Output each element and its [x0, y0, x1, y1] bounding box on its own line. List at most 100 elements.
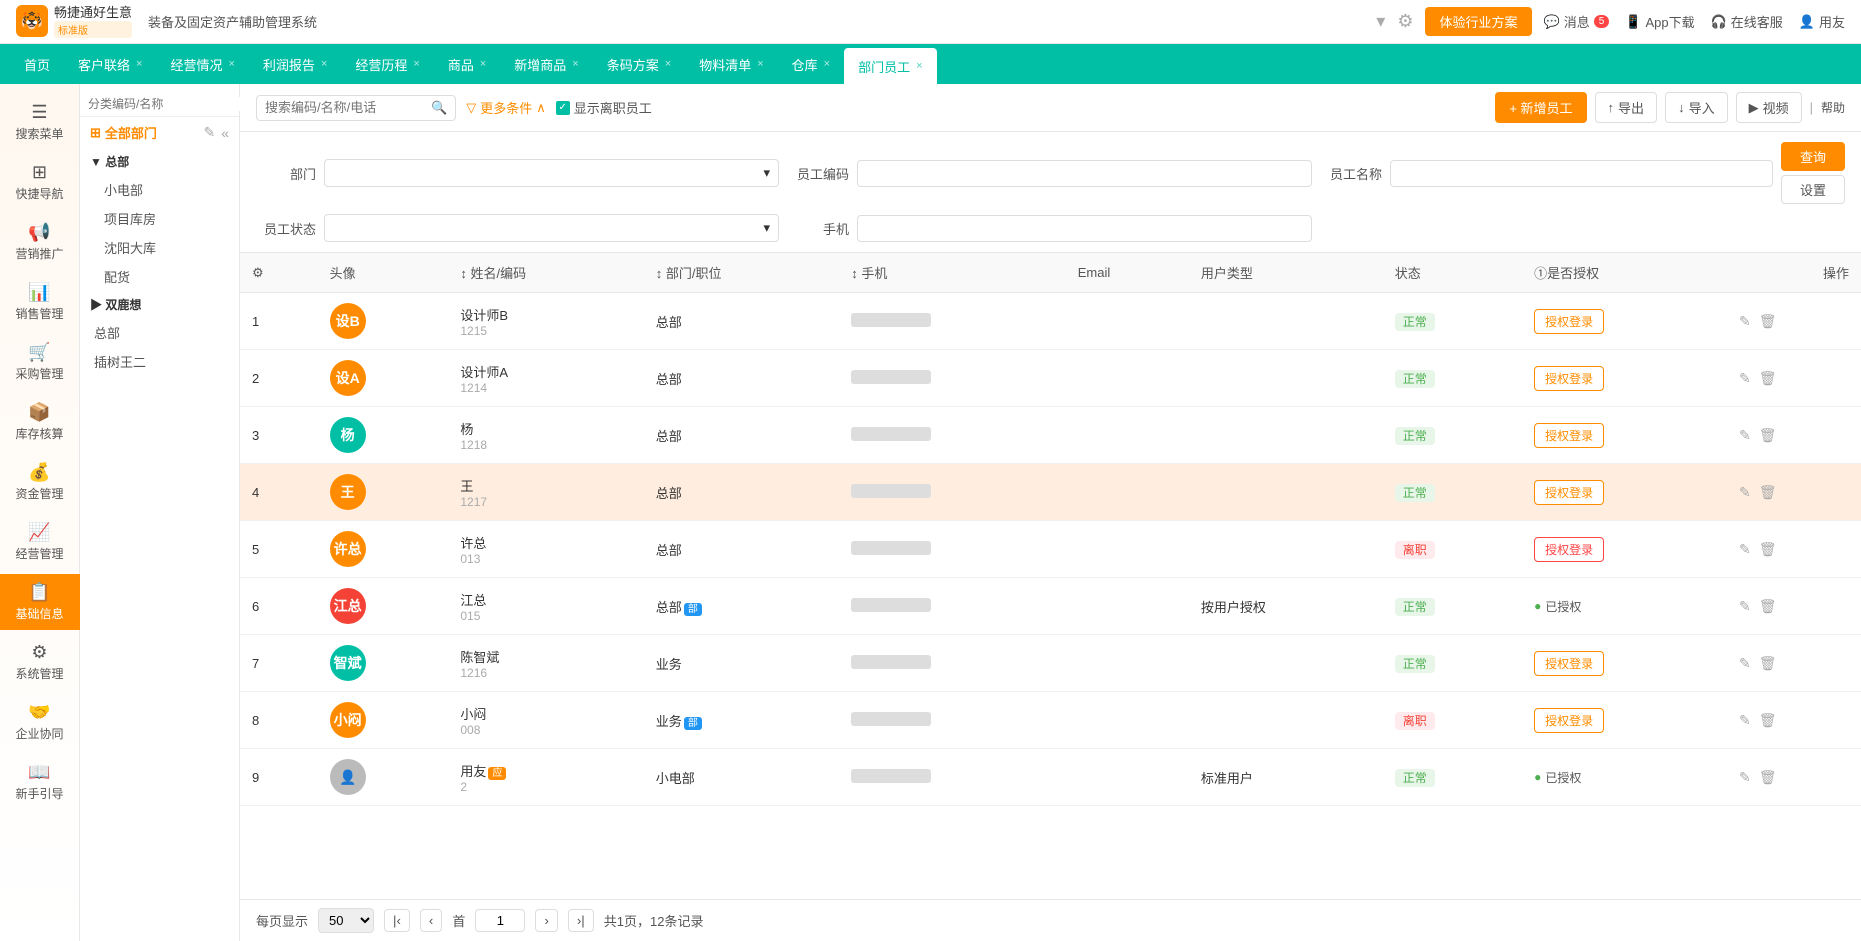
help-btn[interactable]: 帮助: [1821, 99, 1845, 116]
export-btn[interactable]: ↑ 导出: [1595, 92, 1658, 123]
edit-icon[interactable]: ✎: [1739, 655, 1751, 672]
last-page-btn[interactable]: ›|: [568, 909, 594, 932]
nav-tab-首页[interactable]: 首页: [10, 44, 64, 84]
prev-page-btn[interactable]: ‹: [420, 909, 442, 932]
filter-status-select[interactable]: ▾: [324, 214, 779, 242]
dept-item-xiangmu[interactable]: 项目库房: [80, 204, 239, 233]
next-page-btn[interactable]: ›: [535, 909, 557, 932]
dropdown-icon[interactable]: ▾: [1376, 11, 1385, 32]
auth-btn-resigned[interactable]: 授权登录: [1534, 537, 1604, 562]
filter-phone-input[interactable]: [857, 215, 1312, 242]
left-nav-item-经营管理[interactable]: 📈经营管理: [4, 514, 76, 570]
edit-icon[interactable]: ✎: [1739, 427, 1751, 444]
edit-icon[interactable]: ✎: [1739, 370, 1751, 387]
col-dept[interactable]: ↕ 部门/职位: [644, 253, 839, 293]
delete-icon[interactable]: 🗑: [1759, 313, 1777, 330]
user-btn[interactable]: 👤 用友: [1799, 12, 1845, 31]
edit-icon[interactable]: ✎: [1739, 541, 1751, 558]
add-employee-btn[interactable]: + 新增员工: [1495, 92, 1586, 123]
close-tab-icon[interactable]: ×: [413, 58, 419, 70]
close-tab-icon[interactable]: ×: [136, 58, 142, 70]
dept-item-chashuwang[interactable]: 插树王二: [80, 347, 239, 376]
auth-btn[interactable]: 授权登录: [1534, 480, 1604, 505]
close-tab-icon[interactable]: ×: [572, 58, 578, 70]
search-input[interactable]: [265, 100, 425, 115]
nav-tab-部门员工[interactable]: 部门员工 ×: [844, 48, 936, 84]
close-tab-icon[interactable]: ×: [321, 58, 327, 70]
show-resigned-checkbox[interactable]: ✓: [556, 101, 570, 115]
auth-btn[interactable]: 授权登录: [1534, 423, 1604, 448]
close-tab-icon[interactable]: ×: [228, 58, 234, 70]
app-download-btn[interactable]: 📱 App下载: [1625, 12, 1694, 31]
nav-tab-新增商品[interactable]: 新增商品 ×: [500, 44, 592, 84]
settings-icon[interactable]: ⚙: [1397, 11, 1413, 32]
close-tab-icon[interactable]: ×: [757, 58, 763, 70]
left-nav-item-基础信息[interactable]: 📋基础信息: [0, 574, 80, 630]
dept-item-shenyang[interactable]: 沈阳大库: [80, 233, 239, 262]
col-phone[interactable]: ↕ 手机: [839, 253, 1066, 293]
first-page-btn[interactable]: |‹: [384, 909, 410, 932]
edit-icon[interactable]: ✎: [203, 124, 215, 141]
left-nav-item-搜索菜单[interactable]: ☰搜索菜单: [4, 94, 76, 150]
nav-tab-仓库[interactable]: 仓库 ×: [778, 44, 844, 84]
nav-tab-条码方案[interactable]: 条码方案 ×: [593, 44, 685, 84]
left-nav-item-系统管理[interactable]: ⚙系统管理: [4, 634, 76, 690]
close-tab-icon[interactable]: ×: [916, 60, 922, 72]
delete-icon[interactable]: 🗑: [1759, 484, 1777, 501]
reset-btn[interactable]: 设置: [1781, 175, 1845, 204]
search-icon[interactable]: 🔍: [431, 100, 447, 116]
delete-icon[interactable]: 🗑: [1759, 769, 1777, 786]
show-resigned[interactable]: ✓ 显示离职员工: [556, 98, 652, 117]
auth-btn[interactable]: 授权登录: [1534, 651, 1604, 676]
left-nav-item-资金管理[interactable]: 💰资金管理: [4, 454, 76, 510]
left-nav-item-新手引导[interactable]: 📖新手引导: [4, 754, 76, 810]
dept-group-zongbu[interactable]: ▼ 总部: [80, 148, 239, 175]
more-filter-btn[interactable]: ▽ 更多条件 ∧: [466, 98, 546, 117]
left-nav-item-快捷导航[interactable]: ⊞快捷导航: [4, 154, 76, 210]
edit-icon[interactable]: ✎: [1739, 712, 1751, 729]
delete-icon[interactable]: 🗑: [1759, 370, 1777, 387]
col-settings[interactable]: ⚙: [240, 253, 318, 293]
all-dept-title[interactable]: ⊞ 全部部门: [90, 123, 157, 142]
edit-icon[interactable]: ✎: [1739, 313, 1751, 330]
view-btn[interactable]: ▶ 视频: [1736, 92, 1802, 123]
auth-btn[interactable]: 授权登录: [1534, 309, 1604, 334]
left-nav-item-企业协同[interactable]: 🤝企业协同: [4, 694, 76, 750]
delete-icon[interactable]: 🗑: [1759, 598, 1777, 615]
delete-icon[interactable]: 🗑: [1759, 655, 1777, 672]
trial-button[interactable]: 体验行业方案: [1425, 7, 1531, 36]
per-page-select[interactable]: 50 20 100: [318, 908, 374, 933]
nav-tab-客户联络[interactable]: 客户联络 ×: [64, 44, 156, 84]
auth-btn[interactable]: 授权登录: [1534, 366, 1604, 391]
filter-dept-select[interactable]: ▾: [324, 159, 779, 187]
nav-tab-商品[interactable]: 商品 ×: [434, 44, 500, 84]
close-tab-icon[interactable]: ×: [665, 58, 671, 70]
help-icon[interactable]: |: [1810, 100, 1813, 115]
collapse-icon[interactable]: «: [221, 125, 229, 141]
delete-icon[interactable]: 🗑: [1759, 541, 1777, 558]
dept-item-zongbu[interactable]: 总部: [80, 318, 239, 347]
page-input[interactable]: [475, 909, 525, 932]
auth-btn[interactable]: 授权登录: [1534, 708, 1604, 733]
delete-icon[interactable]: 🗑: [1759, 712, 1777, 729]
import-btn[interactable]: ↓ 导入: [1665, 92, 1728, 123]
filter-empcode-input[interactable]: [857, 160, 1312, 187]
left-nav-item-销售管理[interactable]: 📊销售管理: [4, 274, 76, 330]
dept-group-shuanglu[interactable]: ▶ 双鹿想: [80, 291, 239, 318]
edit-icon[interactable]: ✎: [1739, 598, 1751, 615]
nav-tab-经营情况[interactable]: 经营情况 ×: [156, 44, 248, 84]
nav-tab-经营历程[interactable]: 经营历程 ×: [341, 44, 433, 84]
dept-search-input[interactable]: [88, 97, 243, 111]
col-auth[interactable]: ①是否授权: [1522, 253, 1727, 293]
left-nav-item-库存核算[interactable]: 📦库存核算: [4, 394, 76, 450]
dept-item-xiao-dian[interactable]: 小电部: [80, 175, 239, 204]
delete-icon[interactable]: 🗑: [1759, 427, 1777, 444]
left-nav-item-采购管理[interactable]: 🛒采购管理: [4, 334, 76, 390]
col-name[interactable]: ↕ 姓名/编码: [448, 253, 643, 293]
nav-tab-利润报告[interactable]: 利润报告 ×: [249, 44, 341, 84]
filter-empname-input[interactable]: [1390, 160, 1773, 187]
close-tab-icon[interactable]: ×: [480, 58, 486, 70]
nav-tab-物料清单[interactable]: 物料清单 ×: [685, 44, 777, 84]
left-nav-item-营销推广[interactable]: 📢营销推广: [4, 214, 76, 270]
search-btn[interactable]: 查询: [1781, 142, 1845, 171]
